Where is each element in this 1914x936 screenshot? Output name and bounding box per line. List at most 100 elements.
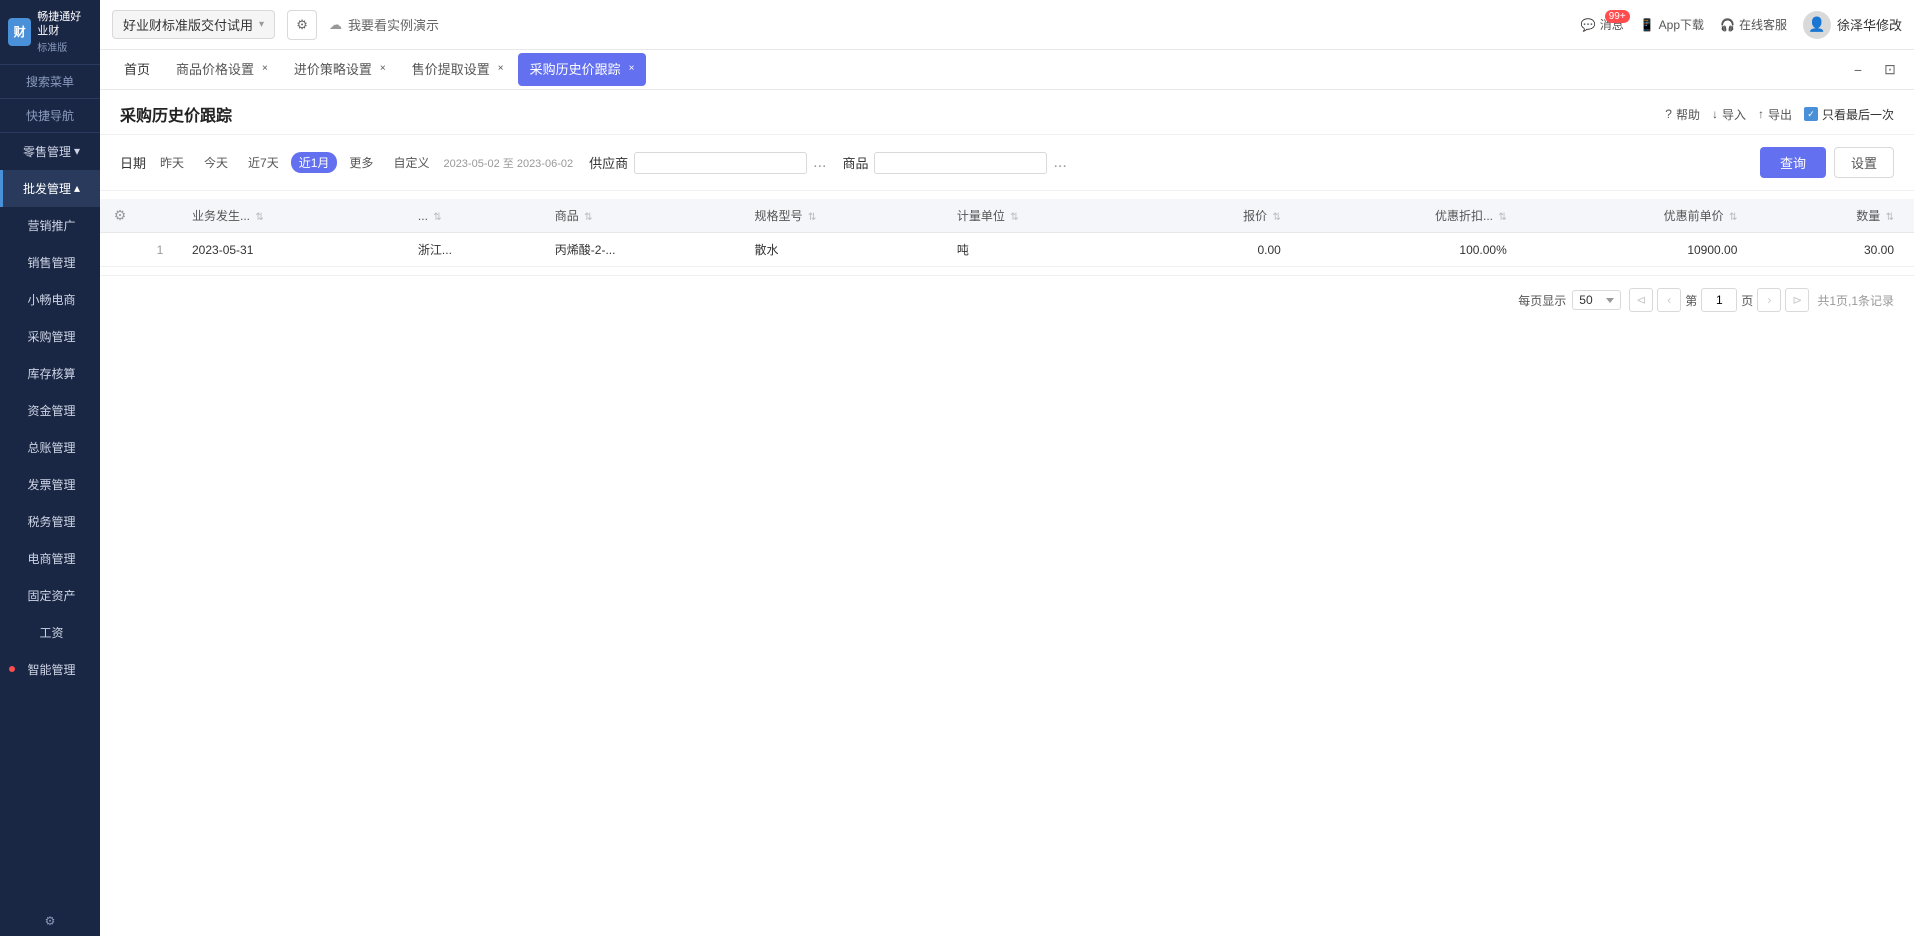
query-button[interactable]: 查询 [1760, 147, 1826, 178]
tab-sale-extract[interactable]: 售价提取设置 × [400, 53, 516, 86]
next-page-btn[interactable]: › [1757, 288, 1781, 312]
messages-badge: 99+ [1605, 10, 1630, 23]
tab-purchase-strategy-close[interactable]: × [380, 63, 386, 74]
supplier-filter-group: 供应商 ... [589, 152, 826, 174]
export-button[interactable]: ↑ 导出 [1758, 106, 1792, 123]
first-page-btn[interactable]: ⊲ [1629, 288, 1653, 312]
tab-purchase-strategy[interactable]: 进价策略设置 × [282, 53, 398, 86]
sidebar-search[interactable]: 搜索菜单 [0, 65, 100, 99]
row-discount-cell: 100.00% [1293, 233, 1519, 267]
tab-history-price-close[interactable]: × [629, 63, 635, 74]
sidebar-item-smart[interactable]: 智能管理 [0, 651, 100, 688]
col-price-header[interactable]: 报价 ⇅ [1147, 199, 1293, 233]
sidebar-item-payroll[interactable]: 工资 [0, 614, 100, 651]
checkbox-icon: ✓ [1804, 107, 1818, 121]
column-settings-icon[interactable]: ⚙ [114, 207, 127, 223]
date-btn-today[interactable]: 今天 [196, 152, 236, 173]
goods-more-btn[interactable]: ... [1053, 154, 1066, 172]
sidebar-item-label: 固定资产 [27, 587, 75, 604]
col-unit-header[interactable]: 计量单位 ⇅ [945, 199, 1147, 233]
sidebar-item-label: 采购管理 [27, 328, 75, 345]
sidebar-item-tax[interactable]: 税务管理 [0, 503, 100, 540]
tab-price-close[interactable]: × [262, 63, 268, 74]
settings-button[interactable]: 设置 [1834, 147, 1894, 178]
chevron-down-icon: ▾ [74, 144, 80, 158]
tab-minimize-btn[interactable]: − [1846, 58, 1870, 82]
col-date-header[interactable]: 业务发生... ⇅ [180, 199, 406, 233]
col-discount-header[interactable]: 优惠折扣... ⇅ [1293, 199, 1519, 233]
sidebar-item-purchase[interactable]: 采购管理 [0, 318, 100, 355]
sidebar-item-wholesale[interactable]: 批发管理 ▴ [0, 170, 100, 207]
date-btn-last7days[interactable]: 近7天 [240, 152, 287, 173]
filter-bar: 日期 昨天 今天 近7天 近1月 更多 自定义 2023-05-02 至 202… [100, 135, 1914, 191]
last-page-btn[interactable]: ⊳ [1785, 288, 1809, 312]
table-header-row: ⚙ 业务发生... ⇅ ... ⇅ [100, 199, 1914, 233]
date-btn-yesterday[interactable]: 昨天 [152, 152, 192, 173]
sidebar-item-label: 电商管理 [27, 550, 75, 567]
sidebar-item-general-ledger[interactable]: 总账管理 [0, 429, 100, 466]
messages-button[interactable]: 💬 消息 99+ [1581, 16, 1624, 33]
col-spec-header[interactable]: 规格型号 ⇅ [743, 199, 945, 233]
sidebar-item-label: 销售管理 [27, 254, 75, 271]
col-pre-discount-price-header[interactable]: 优惠前单价 ⇅ [1519, 199, 1750, 233]
import-icon: ↓ [1712, 107, 1718, 121]
tab-price-label: 商品价格设置 [176, 59, 254, 78]
sort-icon: ⇅ [433, 212, 441, 223]
sidebar-item-sales[interactable]: 销售管理 [0, 244, 100, 281]
goods-input[interactable] [883, 156, 1038, 170]
export-icon: ↑ [1758, 107, 1764, 121]
col-price-label: 报价 [1243, 209, 1267, 223]
col-more-label: ... [418, 209, 428, 223]
date-btn-custom[interactable]: 自定义 [385, 152, 437, 173]
import-button[interactable]: ↓ 导入 [1712, 106, 1746, 123]
sidebar-item-retail[interactable]: 零售管理 ▾ [0, 133, 100, 170]
online-service-label: 在线客服 [1739, 16, 1787, 33]
date-range-display: 2023-05-02 至 2023-06-02 [443, 155, 573, 171]
user-menu[interactable]: 👤 徐泽华修改 [1803, 11, 1902, 39]
only-last-checkbox[interactable]: ✓ 只看最后一次 [1804, 106, 1894, 123]
version-selector[interactable]: 好业财标准版交付试用 ▾ [112, 10, 275, 39]
page-total: 共1页,1条记录 [1817, 292, 1894, 309]
sidebar-item-invoice[interactable]: 发票管理 [0, 466, 100, 503]
tab-expand-btn[interactable]: ⊡ [1878, 58, 1902, 82]
sidebar-nav[interactable]: 快捷导航 [0, 99, 100, 133]
sidebar-item-finance[interactable]: 资金管理 [0, 392, 100, 429]
row-unit-cell: 吨 [945, 233, 1147, 267]
supplier-more-btn[interactable]: ... [813, 154, 826, 172]
date-btn-last1month[interactable]: 近1月 [291, 152, 338, 173]
sidebar-settings-btn[interactable]: ⚙ [0, 906, 100, 936]
col-more-header[interactable]: ... ⇅ [406, 199, 543, 233]
tab-history-price[interactable]: 采购历史价跟踪 × [518, 53, 647, 86]
tab-home[interactable]: 首页 [112, 53, 162, 86]
sidebar-item-ecommerce-small[interactable]: 小畅电商 [0, 281, 100, 318]
goods-filter-label: 商品 [842, 153, 868, 172]
sidebar-item-fixed-assets[interactable]: 固定资产 [0, 577, 100, 614]
sidebar-item-ecommerce[interactable]: 电商管理 [0, 540, 100, 577]
online-service-button[interactable]: 🎧 在线客服 [1720, 16, 1787, 33]
col-goods-header[interactable]: 商品 ⇅ [543, 199, 743, 233]
sort-icon: ⇅ [808, 212, 816, 223]
sidebar-logo: 财 畅捷通好业财 标准版 [0, 0, 100, 65]
supplier-input[interactable] [643, 156, 798, 170]
message-icon: 💬 [1581, 18, 1596, 32]
prev-page-btn[interactable]: ‹ [1657, 288, 1681, 312]
config-button[interactable]: ⚙ [287, 10, 317, 40]
sidebar-item-marketing[interactable]: 营销推广 [0, 207, 100, 244]
per-page-select[interactable]: 50 20 100 200 [1572, 290, 1621, 310]
col-quantity-header[interactable]: 数量 ⇅ [1749, 199, 1914, 233]
tab-sale-extract-close[interactable]: × [498, 63, 504, 74]
tab-purchase-strategy-label: 进价策略设置 [294, 59, 372, 78]
sidebar-item-inventory[interactable]: 库存核算 [0, 355, 100, 392]
tab-history-price-label: 采购历史价跟踪 [530, 59, 621, 78]
demo-button[interactable]: ☁ 我要看实例演示 [329, 15, 439, 34]
tab-price[interactable]: 商品价格设置 × [164, 53, 280, 86]
help-button[interactable]: ? 帮助 [1665, 106, 1700, 123]
app-download-button[interactable]: 📱 App下载 [1640, 16, 1704, 33]
col-date-label: 业务发生... [192, 209, 250, 223]
row-spec-cell: 散水 [743, 233, 945, 267]
col-settings-header: ⚙ [100, 199, 140, 233]
logo-icon: 财 [8, 18, 31, 46]
date-btn-more[interactable]: 更多 [341, 152, 381, 173]
row-pre-discount-price-cell: 10900.00 [1519, 233, 1750, 267]
page-number-input[interactable] [1701, 288, 1737, 312]
